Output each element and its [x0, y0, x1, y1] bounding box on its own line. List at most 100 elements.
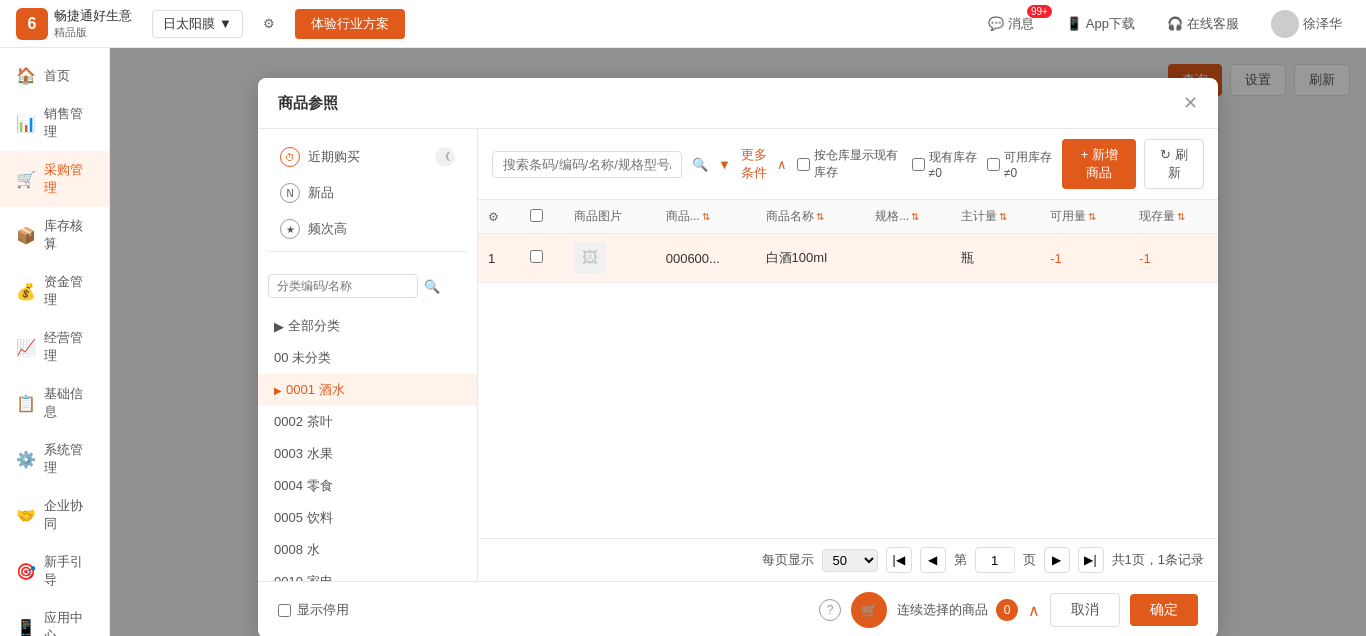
table-row[interactable]: 1 🖼 000600... 白酒100ml 瓶 [478, 234, 1218, 283]
sidebar-item-app-center[interactable]: 📱 应用中心 [0, 599, 109, 636]
row-checkbox-cell[interactable] [520, 234, 564, 283]
per-page-select[interactable]: 50 100 200 [822, 549, 878, 572]
category-fruit[interactable]: 0003 水果 [258, 438, 477, 470]
category-search-icon[interactable]: 🔍 [424, 279, 440, 294]
main-content: 查询 设置 刷新 商品参照 ✕ ⏱ [110, 48, 1366, 636]
row-checkbox[interactable] [530, 250, 543, 263]
available-stock-checkbox[interactable] [987, 158, 1000, 171]
pagination-bar: 每页显示 50 100 200 |◀ ◀ 第 页 ▶ [478, 538, 1218, 581]
star-icon: ★ [280, 219, 300, 239]
toolbar-right: + 新增商品 ↻ 刷新 [1062, 139, 1204, 189]
nav-dropdown[interactable]: 日太阳膜 ▼ [152, 10, 243, 38]
col-available-header[interactable]: 可用量⇅ [1040, 200, 1129, 234]
collapse-left-button[interactable]: 《 [435, 147, 455, 167]
product-thumbnail: 🖼 [574, 242, 606, 274]
show-disabled-label[interactable]: 显示停用 [278, 601, 349, 619]
settings-icon[interactable]: ⚙ [255, 10, 283, 38]
modal-left-nav: ⏱ 近期购买 《 N 新品 ★ 频次高 [258, 129, 477, 266]
row-code-cell: 000600... [656, 234, 756, 283]
modal-overlay: 商品参照 ✕ ⏱ 近期购买 《 N [110, 48, 1366, 636]
app-download-button[interactable]: 📱 App下载 [1058, 11, 1143, 37]
sidebar-item-basic-info[interactable]: 📋 基础信息 [0, 375, 109, 431]
sidebar: 🏠 首页 📊 销售管理 🛒 采购管理 📦 库存核算 💰 资金管理 📈 经营管理 … [0, 48, 110, 636]
col-code-header[interactable]: 商品...⇅ [656, 200, 756, 234]
modal-left-panel: ⏱ 近期购买 《 N 新品 ★ 频次高 [258, 129, 478, 581]
brand-logo: 6 [16, 8, 48, 40]
sidebar-item-purchase[interactable]: 🛒 采购管理 [0, 151, 109, 207]
col-image-header: 商品图片 [564, 200, 656, 234]
sidebar-item-finance[interactable]: 💰 资金管理 [0, 263, 109, 319]
category-water[interactable]: 0008 水 [258, 534, 477, 566]
col-stock-header[interactable]: 现存量⇅ [1129, 200, 1218, 234]
sidebar-item-sales[interactable]: 📊 销售管理 [0, 95, 109, 151]
frequent-nav[interactable]: ★ 频次高 [268, 211, 467, 247]
first-page-button[interactable]: |◀ [886, 547, 912, 573]
category-liquor[interactable]: ▶ 0001 酒水 [258, 374, 477, 406]
navbar: 6 畅捷通好生意 精品版 日太阳膜 ▼ ⚙ 体验行业方案 💬 消息 99+ 📱 … [0, 0, 1366, 48]
available-stock-checkbox-label[interactable]: 可用库存≠0 [987, 149, 1052, 180]
current-stock-checkbox[interactable] [912, 158, 925, 171]
navbar-right: 💬 消息 99+ 📱 App下载 🎧 在线客服 徐泽华 [980, 6, 1350, 42]
warehouse-checkbox-label[interactable]: 按仓库显示现有库存 [797, 147, 901, 181]
col-settings-header[interactable]: ⚙ [478, 200, 520, 234]
row-image-cell: 🖼 [564, 234, 656, 283]
modal-body: ⏱ 近期购买 《 N 新品 ★ 频次高 [258, 129, 1218, 581]
message-button[interactable]: 💬 消息 99+ [980, 11, 1042, 37]
product-search-icon[interactable]: 🔍 [692, 157, 708, 172]
prev-page-button[interactable]: ◀ [920, 547, 946, 573]
row-name-cell: 白酒100ml [756, 234, 866, 283]
sidebar-item-system[interactable]: ⚙️ 系统管理 [0, 431, 109, 487]
show-disabled-checkbox[interactable] [278, 604, 291, 617]
select-all-checkbox[interactable] [530, 209, 543, 222]
page-input[interactable] [975, 547, 1015, 573]
cart-icon-button[interactable]: 🛒 [851, 592, 887, 628]
category-uncategorized[interactable]: 00 未分类 [258, 342, 477, 374]
last-page-button[interactable]: ▶| [1078, 547, 1104, 573]
trial-button[interactable]: 体验行业方案 [295, 9, 405, 39]
user-menu[interactable]: 徐泽华 [1263, 6, 1350, 42]
filter-icon: ▼ [718, 157, 731, 172]
brand-text: 畅捷通好生意 精品版 [54, 8, 132, 39]
avatar [1271, 10, 1299, 38]
sidebar-item-home[interactable]: 🏠 首页 [0, 56, 109, 95]
category-all[interactable]: ▶ 全部分类 [258, 310, 477, 342]
clock-icon: ⏱ [280, 147, 300, 167]
category-beverages[interactable]: 0005 饮料 [258, 502, 477, 534]
sidebar-item-inventory[interactable]: 📦 库存核算 [0, 207, 109, 263]
category-search-input[interactable] [268, 274, 418, 298]
footer-right: ? 🛒 连续选择的商品 0 ∧ 取消 确定 [819, 592, 1198, 628]
continuous-select-label: 连续选择的商品 0 [897, 599, 1018, 621]
sidebar-item-guide[interactable]: 🎯 新手引导 [0, 543, 109, 599]
add-product-button[interactable]: + 新增商品 [1062, 139, 1136, 189]
online-service-button[interactable]: 🎧 在线客服 [1159, 11, 1247, 37]
collapse-footer-button[interactable]: ∧ [1028, 601, 1040, 620]
modal-right-panel: 🔍 ▼ 更多条件 ∧ 按仓库显示现有库存 [478, 129, 1218, 581]
row-available-cell: -1 [1040, 234, 1129, 283]
product-reference-modal: 商品参照 ✕ ⏱ 近期购买 《 N [258, 78, 1218, 636]
col-spec-header[interactable]: 规格...⇅ [865, 200, 951, 234]
sidebar-item-enterprise[interactable]: 🤝 企业协同 [0, 487, 109, 543]
category-appliances[interactable]: 0010 家电 [258, 566, 477, 581]
col-checkbox-header[interactable] [520, 200, 564, 234]
recent-purchase-nav[interactable]: ⏱ 近期购买 《 [268, 139, 467, 175]
layout: 🏠 首页 📊 销售管理 🛒 采购管理 📦 库存核算 💰 资金管理 📈 经营管理 … [0, 48, 1366, 636]
col-unit-header[interactable]: 主计量⇅ [951, 200, 1040, 234]
sidebar-item-operations[interactable]: 📈 经营管理 [0, 319, 109, 375]
help-icon[interactable]: ? [819, 599, 841, 621]
current-stock-checkbox-label[interactable]: 现有库存≠0 [912, 149, 977, 180]
category-tea[interactable]: 0002 茶叶 [258, 406, 477, 438]
confirm-button[interactable]: 确定 [1130, 594, 1198, 626]
warehouse-checkbox[interactable] [797, 158, 810, 171]
product-search-input[interactable] [492, 151, 682, 178]
category-snacks[interactable]: 0004 零食 [258, 470, 477, 502]
filter-button[interactable]: ▼ 更多条件 ∧ [718, 146, 787, 182]
col-name-header[interactable]: 商品名称⇅ [756, 200, 866, 234]
next-page-button[interactable]: ▶ [1044, 547, 1070, 573]
row-stock-cell: -1 [1129, 234, 1218, 283]
refresh-table-button[interactable]: ↻ 刷新 [1144, 139, 1204, 189]
modal-close-button[interactable]: ✕ [1183, 92, 1198, 114]
new-products-nav[interactable]: N 新品 [268, 175, 467, 211]
cancel-button[interactable]: 取消 [1050, 593, 1120, 627]
product-table-container: ⚙ 商品图片 商品...⇅ 商品名称⇅ [478, 200, 1218, 538]
row-spec-cell [865, 234, 951, 283]
